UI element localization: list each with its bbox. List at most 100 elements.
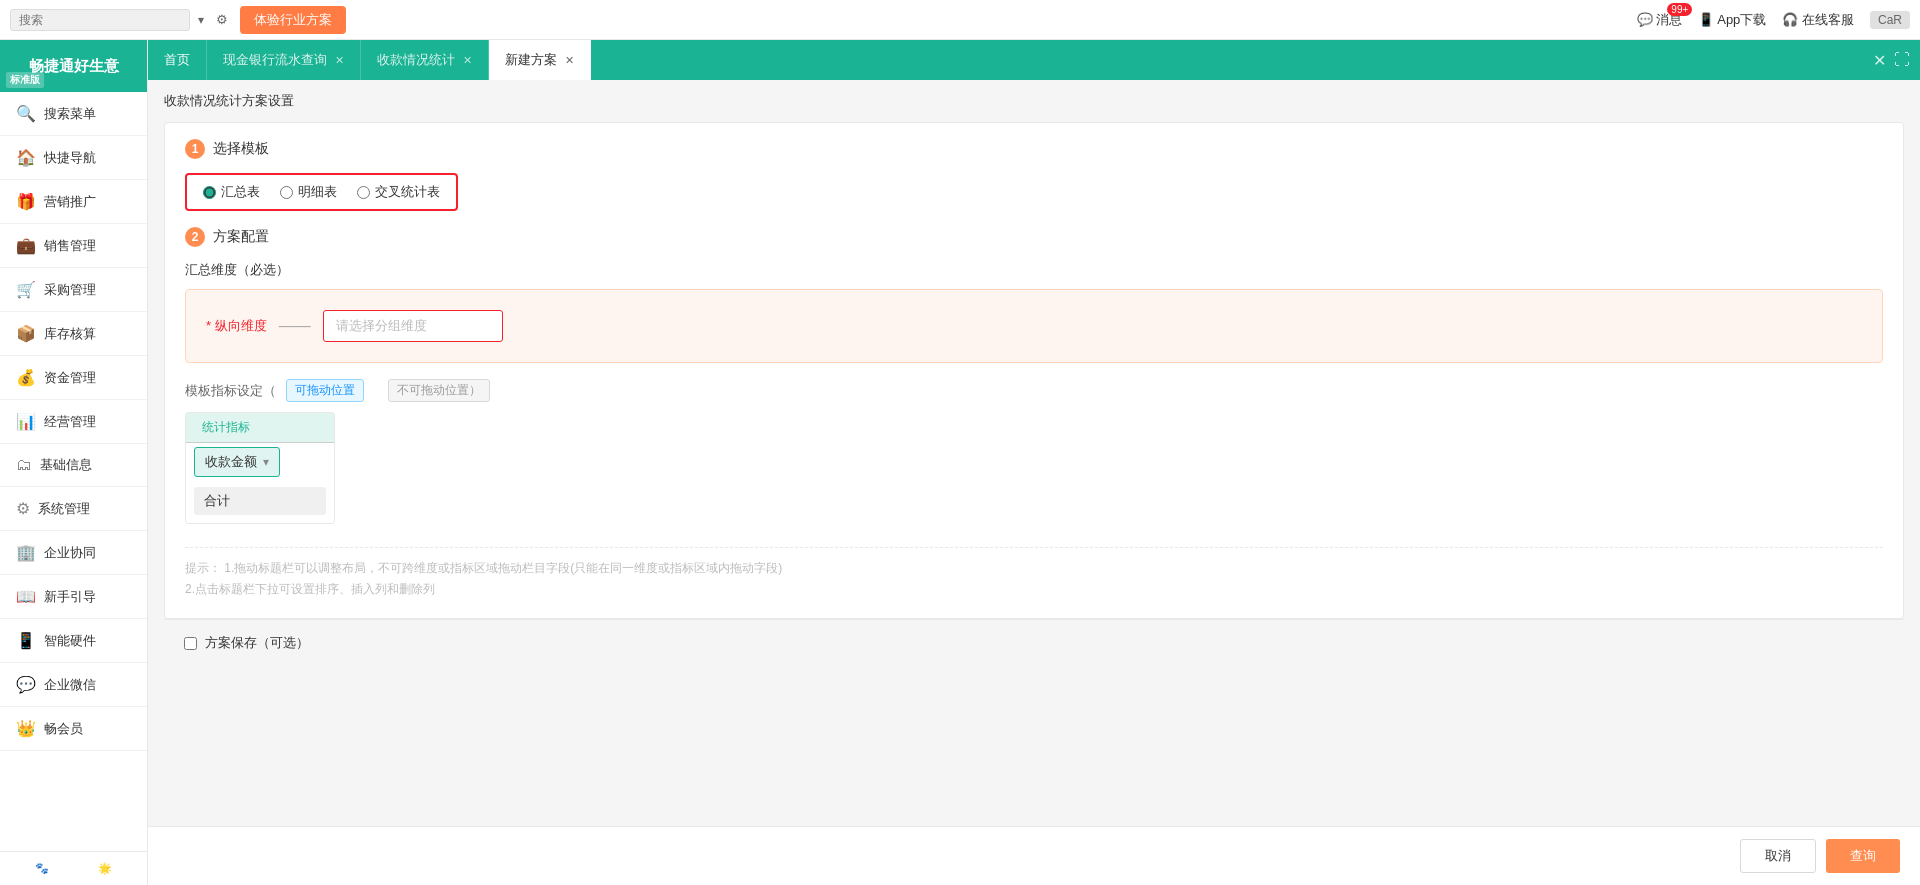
- vertical-label: * 纵向维度: [206, 317, 267, 335]
- sidebar-item-enterprise[interactable]: 🏢 企业协同: [0, 531, 147, 575]
- chart-icon: 📊: [16, 412, 36, 431]
- step1-title: 选择模板: [213, 140, 269, 158]
- money-icon: 💰: [16, 368, 36, 387]
- arrow-icon: ——: [279, 317, 311, 335]
- radio-summary-input[interactable]: [203, 186, 216, 199]
- footer-bar: 取消 查询: [148, 826, 1920, 885]
- sidebar-item-marketing[interactable]: 🎁 营销推广: [0, 180, 147, 224]
- stats-label: 统计指标: [186, 413, 334, 443]
- metric-total: 合计: [194, 487, 326, 515]
- radio-summary[interactable]: 汇总表: [203, 183, 260, 201]
- sidebar-item-finance[interactable]: 💰 资金管理: [0, 356, 147, 400]
- industry-btn[interactable]: 体验行业方案: [240, 6, 346, 34]
- book-icon: 📖: [16, 587, 36, 606]
- tip-title: 提示：: [185, 561, 221, 575]
- top-bar-right: 💬 99+ 消息 📱 App下载 🎧 在线客服 CaR: [1637, 11, 1910, 29]
- draggable-badge: 可拖动位置: [286, 379, 364, 402]
- breadcrumb: 收款情况统计方案设置: [164, 92, 1904, 110]
- top-bar: ▾ ⚙ 体验行业方案 💬 99+ 消息 📱 App下载 🎧 在线客服 CaR: [0, 0, 1920, 40]
- main-wrapper: 畅捷通好生意 标准版 🔍 搜索菜单 🏠 快捷导航 🎁 营销推广 💼 销售管理 🛒…: [0, 40, 1920, 885]
- message-icon-wrap[interactable]: 💬 99+ 消息: [1637, 11, 1683, 29]
- page-content: 收款情况统计方案设置 1 选择模板 汇总表: [148, 80, 1920, 826]
- tip1-text: 1.拖动标题栏可以调整布局，不可跨维度或指标区域拖动栏目字段(只能在同一维度或指…: [224, 561, 782, 575]
- save-section: 方案保存（可选）: [164, 619, 1904, 666]
- tab-close-new-plan[interactable]: ✕: [565, 54, 574, 67]
- headset-icon: 🎧: [1782, 12, 1798, 27]
- dimension-placeholder: 请选择分组维度: [336, 318, 427, 333]
- tip1: 提示： 1.拖动标题栏可以调整布局，不可跨维度或指标区域拖动栏目字段(只能在同一…: [185, 560, 1883, 577]
- sidebar-item-guide[interactable]: 📖 新手引导: [0, 575, 147, 619]
- message-icon: 💬: [1637, 12, 1653, 27]
- gear-icon[interactable]: ⚙: [216, 12, 228, 27]
- tab-close-bank-flow[interactable]: ✕: [335, 54, 344, 67]
- metrics-header: 模板指标设定（ 可拖动位置 不可拖动位置）: [185, 379, 1883, 402]
- sidebar-item-search-menu[interactable]: 🔍 搜索菜单: [0, 92, 147, 136]
- tab-fullscreen-btn[interactable]: ⛶: [1894, 51, 1910, 69]
- tips-section: 提示： 1.拖动标题栏可以调整布局，不可跨维度或指标区域拖动栏目字段(只能在同一…: [185, 547, 1883, 598]
- step1-header: 1 选择模板: [185, 139, 1883, 159]
- metric-chip[interactable]: 收款金额 ▾: [194, 447, 280, 477]
- sidebar-item-operation[interactable]: 📊 经营管理: [0, 400, 147, 444]
- dimension-row: * 纵向维度 —— 请选择分组维度: [206, 310, 1862, 342]
- metric-total-wrap: 合计: [186, 481, 334, 523]
- metrics-header-text: 模板指标设定（: [185, 382, 276, 400]
- tip2: 2.点击标题栏下拉可设置排序、插入列和删除列: [185, 581, 1883, 598]
- metrics-table-area: 统计指标 收款金额 ▾ 合计: [185, 412, 335, 524]
- sidebar-bottom-left[interactable]: 🐾: [35, 862, 49, 875]
- sidebar-item-hardware[interactable]: 📱 智能硬件: [0, 619, 147, 663]
- sidebar-item-sales[interactable]: 💼 销售管理: [0, 224, 147, 268]
- metric-chip-arrow: ▾: [263, 455, 269, 469]
- gift-icon: 🎁: [16, 192, 36, 211]
- home-icon: 🏠: [16, 148, 36, 167]
- sidebar-item-inventory[interactable]: 📦 库存核算: [0, 312, 147, 356]
- sidebar-item-quick-nav[interactable]: 🏠 快捷导航: [0, 136, 147, 180]
- step2-header: 2 方案配置: [185, 227, 1883, 247]
- metrics-header-sep: [374, 383, 378, 398]
- radio-crosstab[interactable]: 交叉统计表: [357, 183, 440, 201]
- cancel-button[interactable]: 取消: [1740, 839, 1816, 873]
- tab-bank-flow[interactable]: 现金银行流水查询 ✕: [207, 40, 361, 80]
- version-tag: 标准版: [6, 72, 44, 88]
- tab-collection-stats[interactable]: 收款情况统计 ✕: [361, 40, 489, 80]
- step1-badge: 1: [185, 139, 205, 159]
- dimension-selector[interactable]: 请选择分组维度: [323, 310, 503, 342]
- tab-close-collection-stats[interactable]: ✕: [463, 54, 472, 67]
- dropdown-arrow[interactable]: ▾: [198, 13, 204, 27]
- sidebar-item-member[interactable]: 👑 畅会员: [0, 707, 147, 751]
- message-badge: 99+: [1667, 3, 1692, 16]
- tab-home[interactable]: 首页: [148, 40, 207, 80]
- tab-new-plan[interactable]: 新建方案 ✕: [489, 40, 591, 80]
- sidebar-item-system[interactable]: ⚙ 系统管理: [0, 487, 147, 531]
- metric-chip-wrap: 收款金额 ▾: [186, 443, 334, 481]
- online-service[interactable]: 🎧 在线客服: [1782, 11, 1854, 29]
- sidebar-bottom-right[interactable]: 🌟: [98, 862, 112, 875]
- sidebar-item-purchase[interactable]: 🛒 采购管理: [0, 268, 147, 312]
- sidebar-item-basic[interactable]: 🗂 基础信息: [0, 444, 147, 487]
- gear-icon: ⚙: [16, 499, 30, 518]
- non-draggable-badge: 不可拖动位置）: [388, 379, 490, 402]
- tab-bar: 首页 现金银行流水查询 ✕ 收款情况统计 ✕ 新建方案 ✕ ✕ ⛶: [148, 40, 1920, 80]
- wechat-icon: 💬: [16, 675, 36, 694]
- save-label: 方案保存（可选）: [205, 634, 309, 652]
- query-button[interactable]: 查询: [1826, 839, 1900, 873]
- bottom-icon-left: 🐾: [35, 862, 49, 875]
- briefcase-icon: 💼: [16, 236, 36, 255]
- sidebar: 畅捷通好生意 标准版 🔍 搜索菜单 🏠 快捷导航 🎁 营销推广 💼 销售管理 🛒…: [0, 40, 148, 885]
- dimension-area: * 纵向维度 —— 请选择分组维度: [185, 289, 1883, 363]
- step2-title: 方案配置: [213, 228, 269, 246]
- crown-icon: 👑: [16, 719, 36, 738]
- tab-close-btn[interactable]: ✕: [1873, 51, 1886, 70]
- sidebar-bottom: 🐾 🌟: [0, 851, 147, 885]
- radio-detail[interactable]: 明细表: [280, 183, 337, 201]
- page-scroll-area: 收款情况统计方案设置 1 选择模板 汇总表: [148, 80, 1920, 885]
- user-avatar[interactable]: CaR: [1870, 11, 1910, 29]
- radio-detail-input[interactable]: [280, 186, 293, 199]
- save-checkbox[interactable]: [184, 637, 197, 650]
- app-download[interactable]: 📱 App下载: [1698, 11, 1766, 29]
- step2-badge: 2: [185, 227, 205, 247]
- phone-icon: 📱: [1698, 12, 1714, 27]
- radio-crosstab-input[interactable]: [357, 186, 370, 199]
- search-input[interactable]: [10, 9, 190, 31]
- main-card: 1 选择模板 汇总表 明细表: [164, 122, 1904, 619]
- sidebar-item-wechat[interactable]: 💬 企业微信: [0, 663, 147, 707]
